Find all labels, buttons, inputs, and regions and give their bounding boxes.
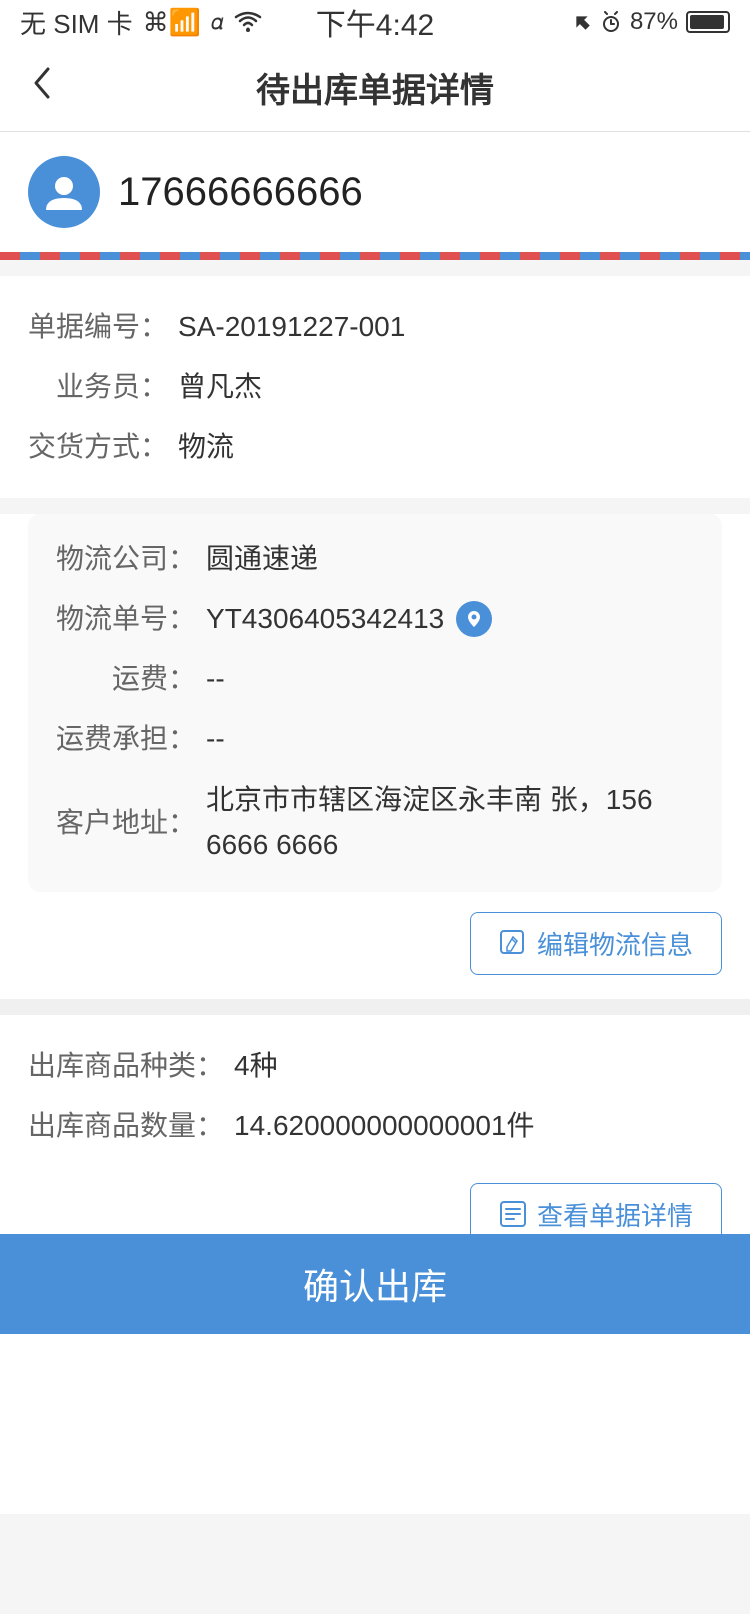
logistics-box: 物流公司： 圆通速递 物流单号： YT4306405342413 运费： xyxy=(28,514,722,892)
delivery-method-row: 交货方式： 物流 xyxy=(28,426,722,468)
wifi-icon xyxy=(234,11,262,33)
nav-bar: 待出库单据详情 xyxy=(0,44,750,132)
address-row: 客户地址： 北京市市辖区海淀区永丰南 张，156 6666 6666 xyxy=(56,778,694,868)
doc-number-row: 单据编号： SA-20191227-001 xyxy=(28,306,722,348)
delivery-method-value: 物流 xyxy=(178,426,722,468)
page-title: 待出库单据详情 xyxy=(256,63,494,112)
tracking-number-text: YT4306405342413 xyxy=(206,598,444,640)
logistics-company-label: 物流公司： xyxy=(56,538,196,580)
section-divider xyxy=(0,999,750,1015)
goods-quantity-row: 出库商品数量： 14.620000000000001件 xyxy=(28,1105,722,1147)
wifi-icon: ⌘📶 xyxy=(143,7,201,38)
address-label: 客户地址： xyxy=(56,802,196,844)
logistics-tracking-row: 物流单号： YT4306405342413 xyxy=(56,598,694,640)
logistics-company-row: 物流公司： 圆通速递 xyxy=(56,538,694,580)
doc-number-value: SA-20191227-001 xyxy=(178,306,722,348)
goods-type-value: 4种 xyxy=(234,1045,722,1087)
freight-value: -- xyxy=(206,658,694,700)
dashed-divider xyxy=(0,252,750,260)
customer-phone: 17666666666 xyxy=(118,170,363,215)
carrier-label: 无 SIM 卡 xyxy=(20,4,133,41)
logistics-company-value: 圆通速递 xyxy=(206,538,694,580)
alarm-icon xyxy=(600,11,622,33)
logistics-tracking-value: YT4306405342413 xyxy=(206,598,694,640)
edit-logistics-button[interactable]: 编辑物流信息 xyxy=(470,912,722,975)
edit-btn-row: 编辑物流信息 xyxy=(0,892,750,999)
address-value: 北京市市辖区海淀区永丰南 张，156 6666 6666 xyxy=(206,778,694,868)
goods-type-label: 出库商品种类： xyxy=(28,1045,224,1087)
goods-quantity-label: 出库商品数量： xyxy=(28,1105,224,1147)
battery-percentage: 87% xyxy=(630,8,678,36)
customer-header: 17666666666 xyxy=(0,132,750,252)
location-arrow-icon xyxy=(572,12,592,32)
sales-person-label: 业务员： xyxy=(28,366,168,408)
battery-icon xyxy=(686,11,730,33)
freight-bear-value: -- xyxy=(206,718,694,760)
avatar xyxy=(28,156,100,228)
freight-bear-label: 运费承担： xyxy=(56,718,196,760)
status-time: 下午4:42 xyxy=(316,0,434,44)
confirm-outbound-label: 确认出库 xyxy=(303,1258,447,1310)
view-details-label: 查看单据详情 xyxy=(537,1196,693,1233)
confirm-outbound-button[interactable]: 确认出库 xyxy=(0,1234,750,1334)
freight-bear-row: 运费承担： -- xyxy=(56,718,694,760)
status-left: 无 SIM 卡 ⌘📶 𝛼 xyxy=(20,4,262,41)
sales-person-value: 曾凡杰 xyxy=(178,366,722,408)
document-info-section: 单据编号： SA-20191227-001 业务员： 曾凡杰 交货方式： 物流 xyxy=(0,276,750,498)
logistics-tracking-label: 物流单号： xyxy=(56,598,196,640)
goods-type-row: 出库商品种类： 4种 xyxy=(28,1045,722,1087)
goods-quantity-value: 14.620000000000001件 xyxy=(234,1105,722,1147)
status-right: 87% xyxy=(572,8,730,36)
back-button[interactable] xyxy=(28,61,56,114)
delivery-method-label: 交货方式： xyxy=(28,426,168,468)
freight-label: 运费： xyxy=(56,658,196,700)
doc-number-label: 单据编号： xyxy=(28,306,168,348)
edit-icon xyxy=(499,929,527,957)
wifi-symbol: 𝛼 xyxy=(211,9,224,35)
sales-person-row: 业务员： 曾凡杰 xyxy=(28,366,722,408)
list-icon xyxy=(499,1200,527,1228)
goods-section: 出库商品种类： 4种 出库商品数量： 14.620000000000001件 xyxy=(0,1015,750,1167)
edit-logistics-label: 编辑物流信息 xyxy=(537,925,693,962)
status-bar: 无 SIM 卡 ⌘📶 𝛼 下午4:42 xyxy=(0,0,750,44)
person-icon xyxy=(42,170,86,214)
tracking-location-icon[interactable] xyxy=(456,601,492,637)
freight-row: 运费： -- xyxy=(56,658,694,700)
